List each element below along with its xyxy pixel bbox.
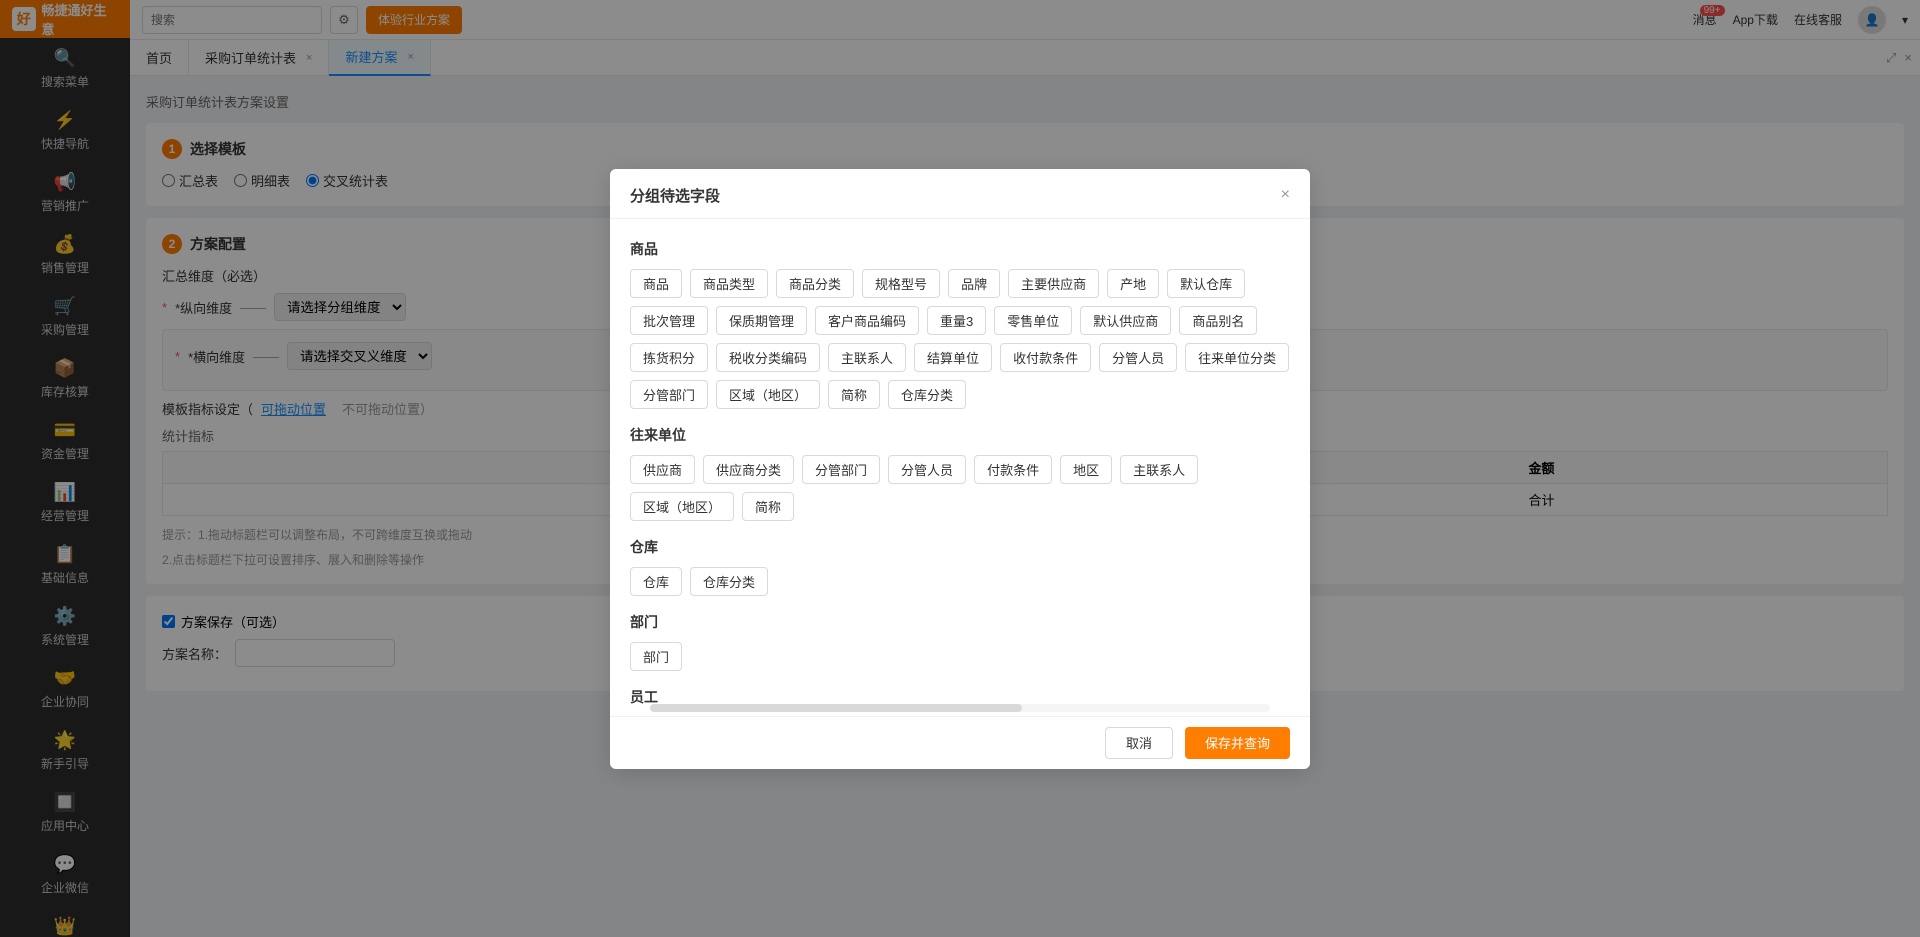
modal-title: 分组待选字段 bbox=[630, 185, 720, 206]
field-tag-manager[interactable]: 分管人员 bbox=[1099, 343, 1177, 372]
field-tag-pick-points[interactable]: 拣货积分 bbox=[630, 343, 708, 372]
field-tag-quality-mgmt[interactable]: 保质期管理 bbox=[716, 306, 807, 335]
field-tag-product-category[interactable]: 商品分类 bbox=[776, 269, 854, 298]
field-tag-batch-mgmt[interactable]: 批次管理 bbox=[630, 306, 708, 335]
field-tag-partner-short[interactable]: 简称 bbox=[742, 492, 794, 521]
field-tag-partner-dept[interactable]: 分管部门 bbox=[802, 455, 880, 484]
field-tag-alias[interactable]: 商品别名 bbox=[1179, 306, 1257, 335]
field-tag-payment-terms[interactable]: 收付款条件 bbox=[1000, 343, 1091, 372]
field-tag-department[interactable]: 部门 bbox=[630, 642, 682, 671]
field-select-modal: 分组待选字段 × 商品 商品 商品类型 商品分类 规格型号 品牌 主要供应商 产… bbox=[610, 169, 1310, 769]
modal-body: 商品 商品 商品类型 商品分类 规格型号 品牌 主要供应商 产地 默认仓库 批次… bbox=[610, 219, 1310, 704]
field-tag-wh-cat[interactable]: 仓库分类 bbox=[690, 567, 768, 596]
field-tag-default-supplier[interactable]: 默认供应商 bbox=[1080, 306, 1171, 335]
field-tags-product: 商品 商品类型 商品分类 规格型号 品牌 主要供应商 产地 默认仓库 批次管理 … bbox=[630, 269, 1290, 409]
section-title-employee: 员工 bbox=[630, 687, 1290, 704]
field-tag-short-name[interactable]: 简称 bbox=[828, 380, 880, 409]
field-tag-dept[interactable]: 分管部门 bbox=[630, 380, 708, 409]
field-tag-customer-code[interactable]: 客户商品编码 bbox=[815, 306, 919, 335]
h-scrollbar[interactable] bbox=[650, 704, 1270, 712]
modal-close-button[interactable]: × bbox=[1281, 186, 1290, 204]
field-tag-brand[interactable]: 品牌 bbox=[948, 269, 1000, 298]
field-tag-main-supplier[interactable]: 主要供应商 bbox=[1008, 269, 1099, 298]
h-scrollbar-container bbox=[610, 704, 1310, 716]
field-tag-origin[interactable]: 产地 bbox=[1107, 269, 1159, 298]
modal-header: 分组待选字段 × bbox=[610, 169, 1310, 219]
field-tag-warehouse-cat[interactable]: 仓库分类 bbox=[888, 380, 966, 409]
confirm-button[interactable]: 保存并查询 bbox=[1185, 727, 1290, 759]
field-tag-partner-contact[interactable]: 主联系人 bbox=[1120, 455, 1198, 484]
field-tag-product-type[interactable]: 商品类型 bbox=[690, 269, 768, 298]
field-tag-partner-manager[interactable]: 分管人员 bbox=[888, 455, 966, 484]
field-tag-supplier-cat[interactable]: 供应商分类 bbox=[703, 455, 794, 484]
field-tag-weight[interactable]: 重量3 bbox=[927, 306, 986, 335]
field-tag-retail-unit[interactable]: 零售单位 bbox=[994, 306, 1072, 335]
field-tag-default-warehouse[interactable]: 默认仓库 bbox=[1167, 269, 1245, 298]
field-tag-area[interactable]: 地区 bbox=[1060, 455, 1112, 484]
section-title-department: 部门 bbox=[630, 612, 1290, 632]
modal-overlay: 分组待选字段 × 商品 商品 商品类型 商品分类 规格型号 品牌 主要供应商 产… bbox=[0, 0, 1920, 937]
field-tag-region[interactable]: 区域（地区） bbox=[716, 380, 820, 409]
section-title-product: 商品 bbox=[630, 239, 1290, 259]
field-tag-product[interactable]: 商品 bbox=[630, 269, 682, 298]
field-tag-spec-model[interactable]: 规格型号 bbox=[862, 269, 940, 298]
field-tags-partner: 供应商 供应商分类 分管部门 分管人员 付款条件 地区 主联系人 区域（地区） … bbox=[630, 455, 1290, 521]
field-tag-supplier[interactable]: 供应商 bbox=[630, 455, 695, 484]
field-tags-department: 部门 bbox=[630, 642, 1290, 671]
field-tag-settle-unit[interactable]: 结算单位 bbox=[914, 343, 992, 372]
cancel-button[interactable]: 取消 bbox=[1105, 727, 1173, 759]
field-tag-payment-cond[interactable]: 付款条件 bbox=[974, 455, 1052, 484]
field-tag-partner-category[interactable]: 往来单位分类 bbox=[1185, 343, 1289, 372]
field-tag-wh[interactable]: 仓库 bbox=[630, 567, 682, 596]
field-tag-partner-region[interactable]: 区域（地区） bbox=[630, 492, 734, 521]
section-title-warehouse: 仓库 bbox=[630, 537, 1290, 557]
field-tags-warehouse: 仓库 仓库分类 bbox=[630, 567, 1290, 596]
modal-footer: 取消 保存并查询 bbox=[610, 716, 1310, 769]
field-tag-tax-code[interactable]: 税收分类编码 bbox=[716, 343, 820, 372]
h-scrollbar-thumb bbox=[650, 704, 1022, 712]
field-tag-main-contact[interactable]: 主联系人 bbox=[828, 343, 906, 372]
section-title-partner: 往来单位 bbox=[630, 425, 1290, 445]
